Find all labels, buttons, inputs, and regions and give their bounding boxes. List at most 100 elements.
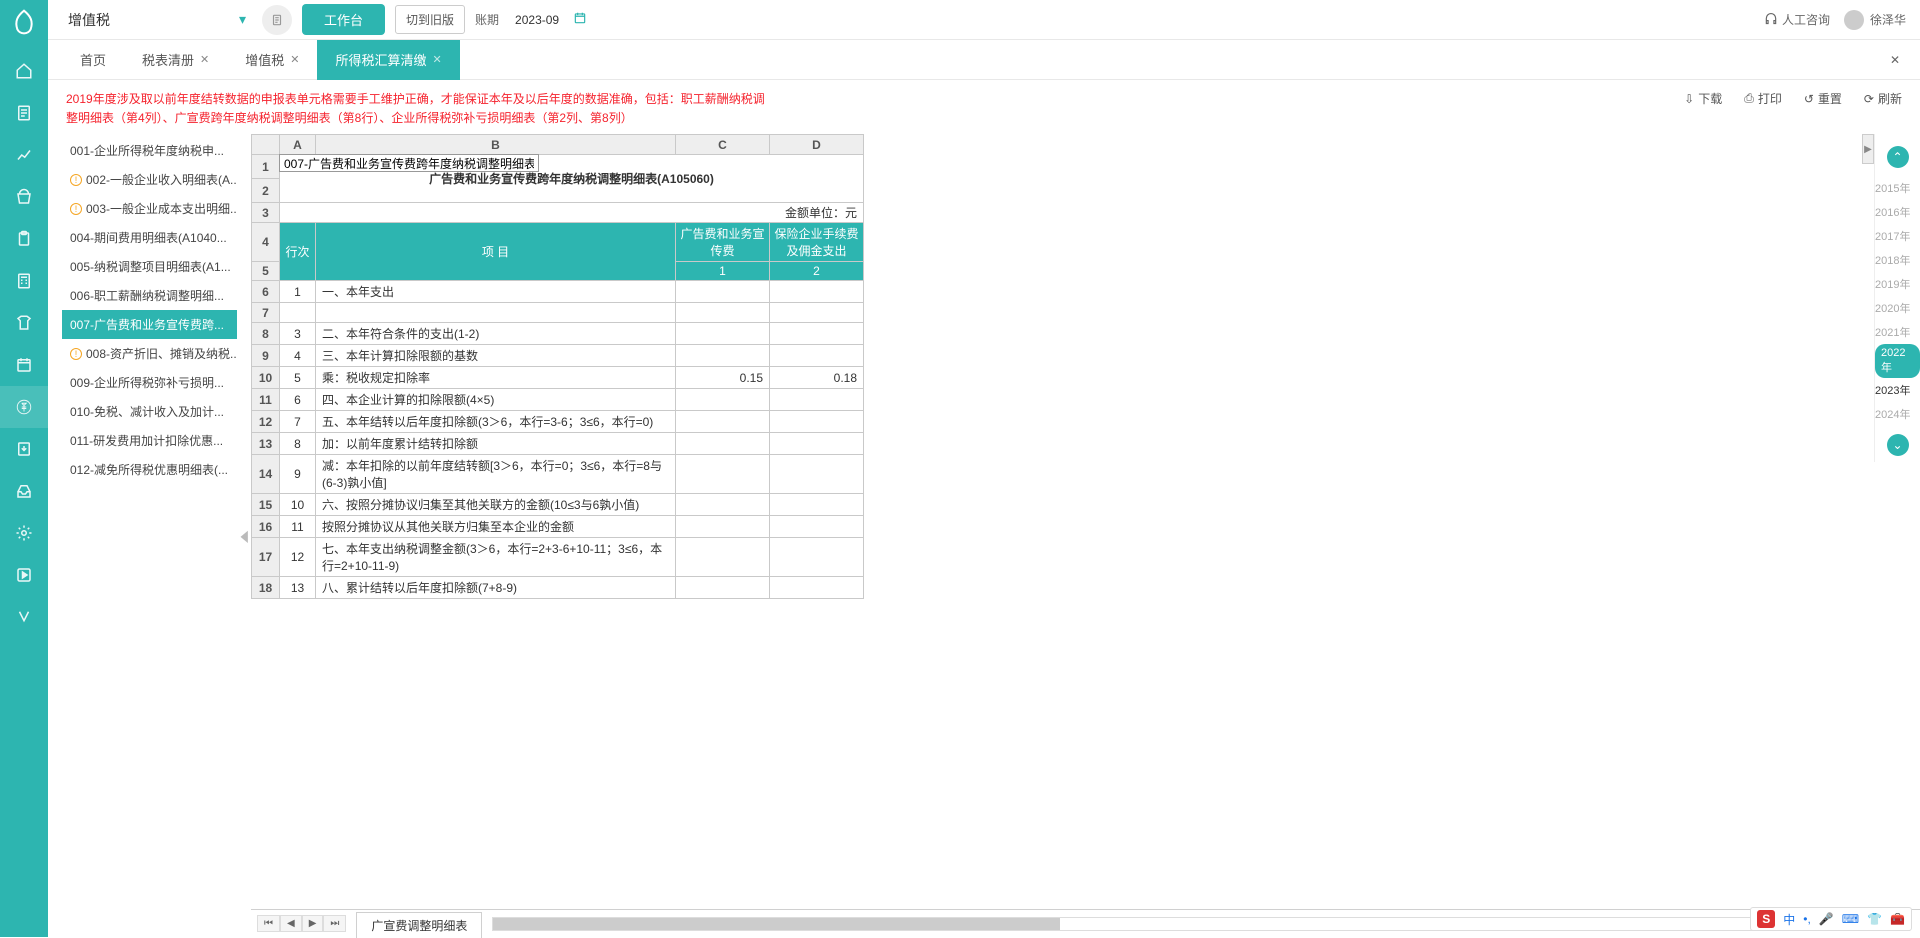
user-menu[interactable]: 徐泽华 bbox=[1844, 10, 1906, 30]
value-cell-d[interactable] bbox=[770, 577, 864, 599]
form-list-item[interactable]: 004-期间费用明细表(A1040... bbox=[62, 223, 237, 252]
year-item[interactable]: 2017年 bbox=[1875, 224, 1920, 248]
reset-button[interactable]: ↺重置 bbox=[1804, 90, 1842, 107]
value-cell-d[interactable] bbox=[770, 433, 864, 455]
calendar-icon[interactable] bbox=[573, 11, 587, 28]
row-header[interactable]: 6 bbox=[252, 281, 280, 303]
horizontal-scrollbar[interactable] bbox=[492, 917, 1910, 931]
row-header[interactable]: 9 bbox=[252, 345, 280, 367]
switch-old-button[interactable]: 切到旧版 bbox=[395, 5, 465, 34]
sheet-tab[interactable]: 广宣费调整明细表 bbox=[356, 912, 482, 938]
form-list-item[interactable]: 006-职工薪酬纳税调整明细... bbox=[62, 281, 237, 310]
module-dropdown[interactable]: 增值税 ▾ bbox=[62, 10, 252, 30]
col-header[interactable]: C bbox=[676, 135, 770, 155]
consult-link[interactable]: 人工咨询 bbox=[1764, 11, 1830, 28]
nav-doc-icon[interactable] bbox=[0, 92, 48, 134]
nav-calendar-icon[interactable] bbox=[0, 344, 48, 386]
sheet-prev-icon[interactable]: ◀ bbox=[280, 915, 302, 932]
value-cell-c[interactable] bbox=[676, 433, 770, 455]
value-cell-c[interactable] bbox=[676, 411, 770, 433]
close-icon[interactable]: ✕ bbox=[200, 53, 209, 66]
row-header[interactable]: 15 bbox=[252, 494, 280, 516]
ime-lang[interactable]: 中 bbox=[1783, 911, 1795, 928]
ime-keyboard-icon[interactable]: ⌨ bbox=[1842, 912, 1859, 926]
ime-toolbox-icon[interactable]: 🧰 bbox=[1890, 912, 1905, 926]
expand-panel-handle[interactable]: ▶ bbox=[1862, 134, 1874, 164]
year-item[interactable]: 2016年 bbox=[1875, 200, 1920, 224]
row-header[interactable]: 5 bbox=[252, 262, 280, 281]
form-list-item[interactable]: !002-一般企业收入明细表(A... bbox=[62, 165, 237, 194]
value-cell-d[interactable] bbox=[770, 303, 864, 323]
col-header[interactable]: D bbox=[770, 135, 864, 155]
refresh-button[interactable]: ⟳刷新 bbox=[1864, 90, 1902, 107]
year-scroll-down-icon[interactable]: ⌄ bbox=[1887, 434, 1909, 456]
period-value[interactable]: 2023-09 bbox=[515, 13, 559, 27]
value-cell-d[interactable] bbox=[770, 538, 864, 577]
year-item[interactable]: 2018年 bbox=[1875, 248, 1920, 272]
value-cell-c[interactable] bbox=[676, 281, 770, 303]
value-cell-d[interactable] bbox=[770, 345, 864, 367]
row-header[interactable]: 1 bbox=[252, 155, 280, 179]
close-icon[interactable]: ✕ bbox=[433, 53, 442, 66]
ime-mic-icon[interactable]: 🎤 bbox=[1819, 912, 1834, 926]
tab-vat[interactable]: 增值税✕ bbox=[227, 40, 317, 80]
year-item[interactable]: 2021年 bbox=[1875, 320, 1920, 344]
row-header[interactable]: 14 bbox=[252, 455, 280, 494]
form-list-item[interactable]: 009-企业所得税弥补亏损明... bbox=[62, 368, 237, 397]
row-header[interactable]: 7 bbox=[252, 303, 280, 323]
value-cell-c[interactable] bbox=[676, 303, 770, 323]
value-cell-d[interactable] bbox=[770, 389, 864, 411]
form-list-item[interactable]: 010-免税、减计收入及加计... bbox=[62, 397, 237, 426]
year-item[interactable]: 2024年 bbox=[1875, 402, 1920, 426]
year-scroll-up-icon[interactable]: ⌃ bbox=[1887, 146, 1909, 168]
year-item[interactable]: 2019年 bbox=[1875, 272, 1920, 296]
nav-chart-icon[interactable] bbox=[0, 134, 48, 176]
tab-settlement[interactable]: 所得税汇算清缴✕ bbox=[317, 40, 459, 80]
nav-clipboard-icon[interactable] bbox=[0, 218, 48, 260]
col-header[interactable]: A bbox=[280, 135, 316, 155]
row-header[interactable]: 8 bbox=[252, 323, 280, 345]
year-item[interactable]: 2015年 bbox=[1875, 176, 1920, 200]
nav-play-icon[interactable] bbox=[0, 554, 48, 596]
print-button[interactable]: ⎙打印 bbox=[1744, 90, 1782, 107]
ime-skin-icon[interactable]: 👕 bbox=[1867, 912, 1882, 926]
year-item[interactable]: 2020年 bbox=[1875, 296, 1920, 320]
value-cell-c[interactable]: 0.15 bbox=[676, 367, 770, 389]
nav-settings-icon[interactable] bbox=[0, 512, 48, 554]
value-cell-d[interactable]: 0.18 bbox=[770, 367, 864, 389]
value-cell-c[interactable] bbox=[676, 516, 770, 538]
sheet-last-icon[interactable]: ⏭ bbox=[323, 915, 346, 932]
nav-export-icon[interactable] bbox=[0, 428, 48, 470]
name-box-input[interactable] bbox=[279, 154, 539, 172]
nav-v-icon[interactable] bbox=[0, 596, 48, 638]
row-header[interactable]: 3 bbox=[252, 203, 280, 223]
value-cell-c[interactable] bbox=[676, 345, 770, 367]
nav-finance-icon[interactable] bbox=[0, 386, 48, 428]
close-all-tabs-icon[interactable]: ✕ bbox=[1890, 53, 1906, 67]
value-cell-d[interactable] bbox=[770, 494, 864, 516]
row-header[interactable]: 2 bbox=[252, 179, 280, 203]
year-item[interactable]: 2022年 bbox=[1875, 344, 1920, 378]
tab-home[interactable]: 首页 bbox=[62, 40, 124, 80]
value-cell-d[interactable] bbox=[770, 411, 864, 433]
spreadsheet-area[interactable]: A B C D 1广告费和业务宣传费跨年度纳税调整明细表(A105060) 2 … bbox=[251, 134, 1920, 909]
row-header[interactable]: 11 bbox=[252, 389, 280, 411]
value-cell-c[interactable] bbox=[676, 323, 770, 345]
sidebar-collapse-handle[interactable]: ◀ bbox=[237, 134, 251, 937]
row-header[interactable]: 12 bbox=[252, 411, 280, 433]
download-button[interactable]: ⇩下载 bbox=[1684, 90, 1722, 107]
nav-bag-icon[interactable] bbox=[0, 176, 48, 218]
row-header[interactable]: 16 bbox=[252, 516, 280, 538]
nav-calc-icon[interactable] bbox=[0, 260, 48, 302]
nav-tshirt-icon[interactable] bbox=[0, 302, 48, 344]
value-cell-d[interactable] bbox=[770, 455, 864, 494]
value-cell-d[interactable] bbox=[770, 281, 864, 303]
form-list-item[interactable]: 005-纳税调整项目明细表(A1... bbox=[62, 252, 237, 281]
scrollbar-thumb[interactable] bbox=[493, 918, 1059, 930]
form-list-item[interactable]: 011-研发费用加计扣除优惠... bbox=[62, 426, 237, 455]
circle-doc-button[interactable] bbox=[262, 5, 292, 35]
year-item[interactable]: 2023年 bbox=[1875, 378, 1920, 402]
value-cell-c[interactable] bbox=[676, 538, 770, 577]
form-list-item[interactable]: 012-减免所得税优惠明细表(... bbox=[62, 455, 237, 484]
form-list-item[interactable]: !003-一般企业成本支出明细... bbox=[62, 194, 237, 223]
